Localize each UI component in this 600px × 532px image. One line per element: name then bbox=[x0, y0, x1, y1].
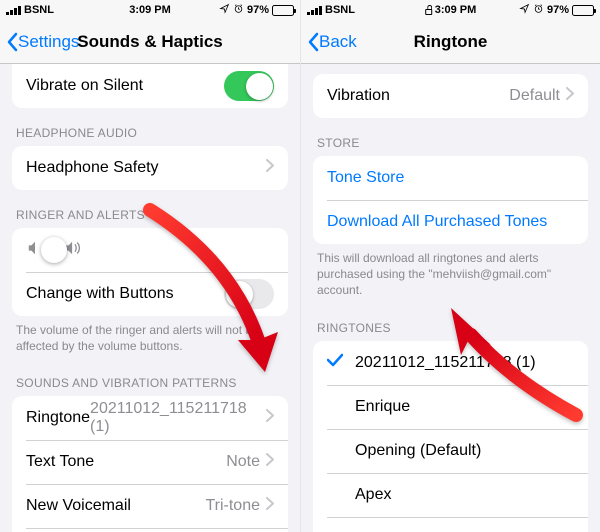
ringtone-item[interactable]: Opening (Default) bbox=[313, 429, 588, 473]
change-with-buttons-label: Change with Buttons bbox=[26, 285, 224, 303]
headphone-safety-row[interactable]: Headphone Safety bbox=[12, 146, 288, 190]
vibrate-on-silent-label: Vibrate on Silent bbox=[26, 77, 224, 95]
volume-slider-row[interactable] bbox=[12, 228, 288, 272]
ringtone-item[interactable]: Apex bbox=[313, 473, 588, 517]
ringtones-header: RINGTONES bbox=[301, 303, 600, 341]
alarm-icon bbox=[233, 3, 244, 17]
sounds-vibration-header: SOUNDS AND VIBRATION PATTERNS bbox=[0, 358, 300, 396]
download-purchased-link[interactable]: Download All Purchased Tones bbox=[313, 200, 588, 244]
lock-icon bbox=[425, 9, 432, 15]
chevron-right-icon bbox=[566, 87, 574, 105]
back-label: Settings bbox=[18, 32, 79, 52]
vibration-label: Vibration bbox=[327, 87, 509, 105]
battery-percent: 97% bbox=[247, 4, 269, 16]
chevron-right-icon bbox=[266, 453, 274, 471]
text-tone-row[interactable]: Text Tone Note bbox=[12, 440, 288, 484]
ringer-footer: The volume of the ringer and alerts will… bbox=[0, 316, 300, 358]
alarm-icon bbox=[533, 3, 544, 17]
text-tone-label: Text Tone bbox=[26, 453, 226, 471]
ringtone-item[interactable]: Enrique bbox=[313, 385, 588, 429]
vibration-row[interactable]: Vibration Default bbox=[313, 74, 588, 118]
store-footer: This will download all ringtones and ale… bbox=[301, 244, 600, 303]
ringtone-label: Ringtone bbox=[26, 409, 90, 427]
checkmark-icon bbox=[327, 353, 343, 372]
carrier-label: BSNL bbox=[24, 4, 54, 16]
ringer-alerts-header: RINGER AND ALERTS bbox=[0, 190, 300, 228]
change-with-buttons-row[interactable]: Change with Buttons bbox=[12, 272, 288, 316]
ringtone-value: 20211012_115211718 (1) bbox=[90, 400, 260, 436]
store-header: STORE bbox=[301, 118, 600, 156]
back-button[interactable]: Settings bbox=[0, 32, 79, 52]
clock-label: 3:09 PM bbox=[435, 4, 477, 16]
ringtone-row[interactable]: Ringtone 20211012_115211718 (1) bbox=[12, 396, 288, 440]
battery-icon bbox=[272, 5, 294, 16]
ringtone-item-label: 20211012_115211718 (1) bbox=[355, 354, 574, 372]
change-with-buttons-switch[interactable] bbox=[224, 279, 274, 309]
download-purchased-label: Download All Purchased Tones bbox=[327, 213, 574, 231]
chevron-right-icon bbox=[266, 409, 274, 427]
location-icon bbox=[219, 3, 230, 17]
new-mail-row[interactable]: New Mail None bbox=[12, 528, 288, 532]
signal-bars-icon bbox=[307, 6, 322, 15]
text-tone-value: Note bbox=[226, 453, 260, 471]
ringtone-item-label: Apex bbox=[355, 486, 574, 504]
vibrate-on-silent-row[interactable]: Vibrate on Silent bbox=[12, 64, 288, 108]
right-phone: BSNL 3:09 PM 97% Back Ringtone Vibrat bbox=[300, 0, 600, 532]
ringtone-item[interactable]: 20211012_115211718 (1) bbox=[313, 341, 588, 385]
back-label: Back bbox=[319, 32, 357, 52]
left-phone: BSNL 3:09 PM 97% Settings Sounds & Hapti… bbox=[0, 0, 300, 532]
battery-percent: 97% bbox=[547, 4, 569, 16]
new-voicemail-row[interactable]: New Voicemail Tri-tone bbox=[12, 484, 288, 528]
nav-bar: Back Ringtone bbox=[301, 20, 600, 64]
headphone-audio-header: HEADPHONE AUDIO bbox=[0, 108, 300, 146]
carrier-label: BSNL bbox=[325, 4, 355, 16]
status-bar: BSNL 3:09 PM 97% bbox=[0, 0, 300, 20]
signal-bars-icon bbox=[6, 6, 21, 15]
page-title: Sounds & Haptics bbox=[77, 32, 222, 52]
chevron-right-icon bbox=[266, 159, 274, 177]
vibrate-on-silent-switch[interactable] bbox=[224, 71, 274, 101]
back-button[interactable]: Back bbox=[301, 32, 357, 52]
tone-store-link[interactable]: Tone Store bbox=[313, 156, 588, 200]
status-bar: BSNL 3:09 PM 97% bbox=[301, 0, 600, 20]
ringtone-item-label: Enrique bbox=[355, 398, 574, 416]
vibration-value: Default bbox=[509, 87, 560, 105]
page-title: Ringtone bbox=[414, 32, 488, 52]
tone-store-label: Tone Store bbox=[327, 169, 574, 187]
battery-icon bbox=[572, 5, 594, 16]
ringtone-item[interactable]: Beacon bbox=[313, 517, 588, 532]
headphone-safety-label: Headphone Safety bbox=[26, 159, 266, 177]
nav-bar: Settings Sounds & Haptics bbox=[0, 20, 300, 64]
chevron-right-icon bbox=[266, 497, 274, 515]
location-icon bbox=[519, 3, 530, 17]
clock-label: 3:09 PM bbox=[129, 4, 171, 16]
new-voicemail-value: Tri-tone bbox=[205, 497, 260, 515]
ringtone-item-label: Opening (Default) bbox=[355, 442, 574, 460]
new-voicemail-label: New Voicemail bbox=[26, 497, 205, 515]
